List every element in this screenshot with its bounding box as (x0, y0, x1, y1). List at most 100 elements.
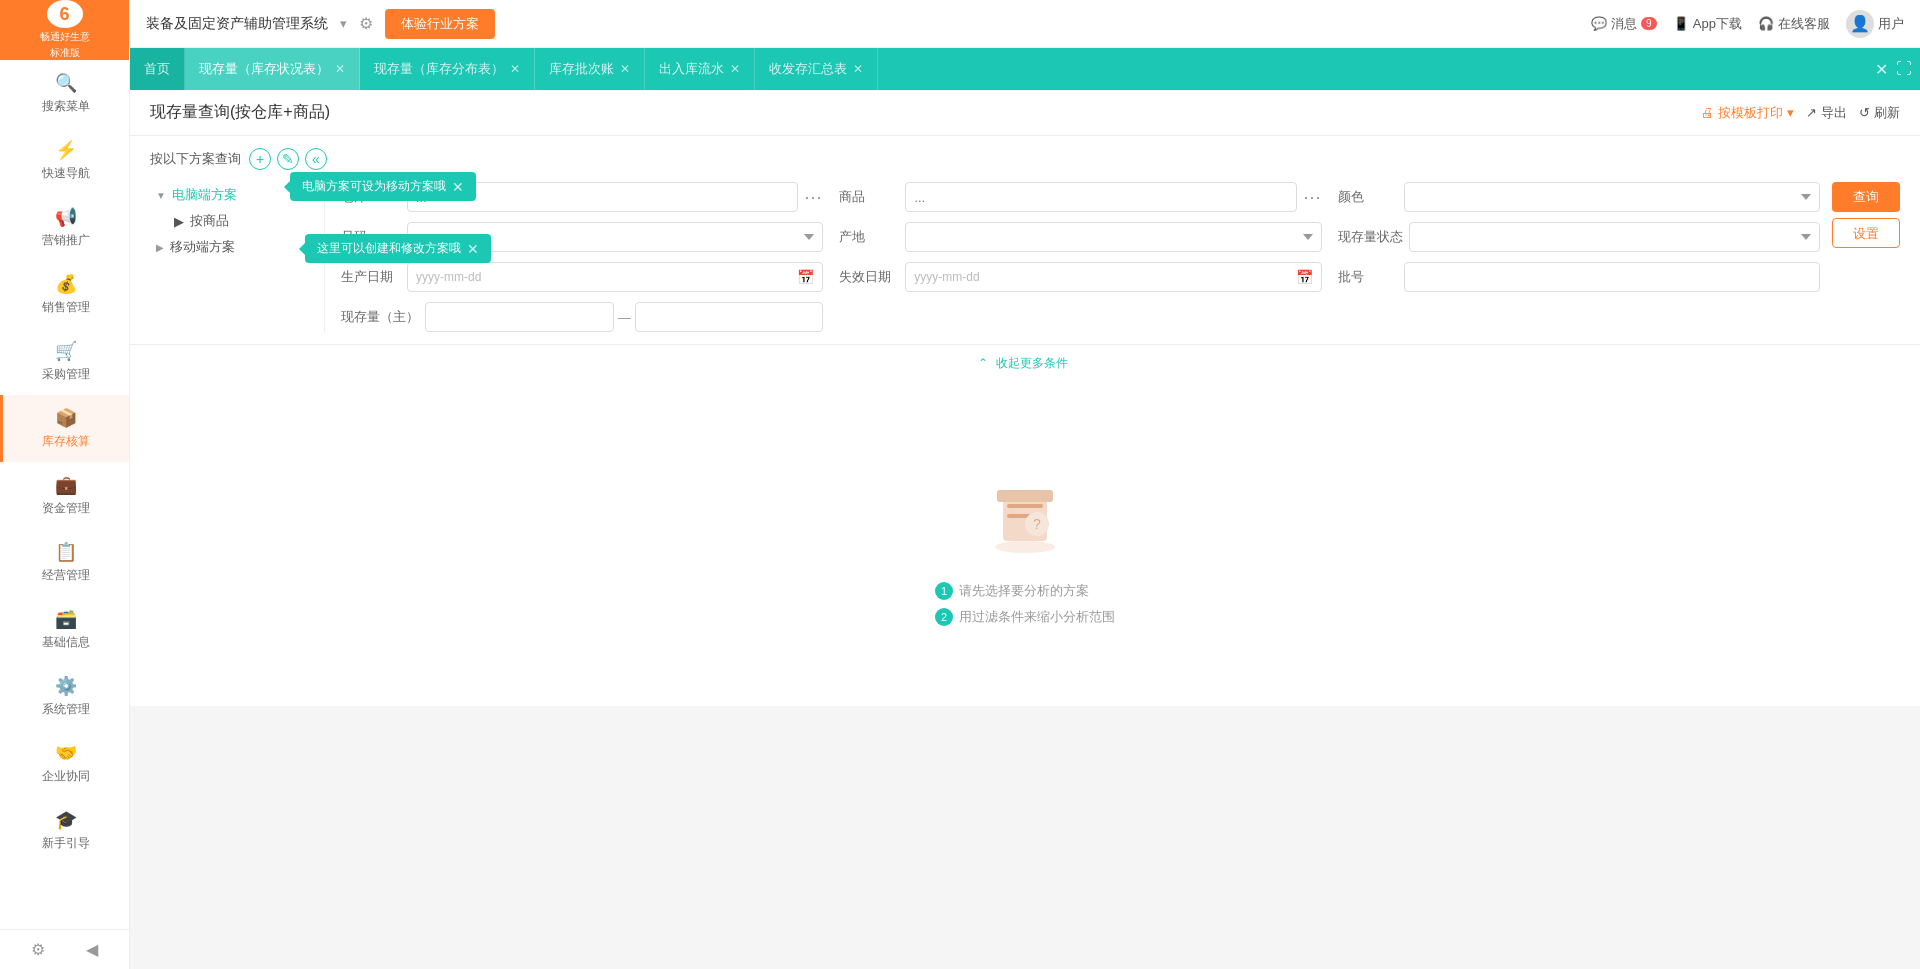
batch-no-input[interactable] (1404, 262, 1820, 292)
edit-scheme-button[interactable]: ✎ (277, 148, 299, 170)
sidebar-item-guide[interactable]: 🎓 新手引导 (0, 797, 129, 864)
tab-collect-summary[interactable]: 收发存汇总表 ✕ (755, 48, 878, 90)
user-menu[interactable]: 👤 用户 (1846, 10, 1904, 38)
query-body: 电脑方案可设为移动方案哦 ✕ ▼ 电脑端方案 ▶ 按商品 (150, 182, 1900, 332)
expiry-date-label: 失效日期 (839, 268, 899, 286)
query-button[interactable]: 查询 (1832, 182, 1900, 212)
color-label: 颜色 (1338, 188, 1398, 206)
sidebar-item-purchase[interactable]: 🛒 采购管理 (0, 328, 129, 395)
current-stock-to[interactable] (635, 302, 824, 332)
finance-icon: 💼 (55, 474, 77, 496)
filter-row-current-stock: 现存量（主） — (341, 302, 823, 332)
tab-fullscreen-icon[interactable]: ⛶ (1896, 60, 1912, 78)
empty-tip-1: 1 请先选择要分析的方案 (935, 582, 1115, 600)
tab-bar-inner: 首页 现存量（库存状况表） ✕ 现存量（库存分布表） ✕ 库存批次账 ✕ 出入库… (130, 48, 1867, 90)
page-title-bar: 现存量查询(按仓库+商品) 🖨 按模板打印 ▾ ↗ 导出 ↺ 刷新 (130, 90, 1920, 136)
collapse-sidebar-button[interactable]: ◀ (86, 940, 98, 959)
empty-state: ? 1 请先选择要分析的方案 2 用过滤条件来缩小分析范围 (130, 382, 1920, 706)
sidebar: 6 畅通好生意 标准版 🔍 搜索菜单 ⚡ 快速导航 📢 营销推广 💰 销售管理 … (0, 0, 130, 969)
goods-label: 商品 (839, 188, 899, 206)
goods-more-icon[interactable]: ⋯ (1303, 186, 1322, 208)
tooltip-edit: 这里可以创建和修改方案哦 ✕ (305, 234, 491, 263)
tab-inventory-dist-close[interactable]: ✕ (510, 62, 520, 76)
tip-text-2: 用过滤条件来缩小分析范围 (959, 608, 1115, 626)
svg-rect-2 (997, 490, 1053, 502)
tab-inventory-status[interactable]: 现存量（库存状况表） ✕ (185, 48, 360, 90)
expiry-date-input[interactable]: yyyy-mm-dd 📅 (905, 262, 1321, 292)
sales-icon: 💰 (55, 273, 77, 295)
stock-status-select[interactable] (1409, 222, 1820, 252)
message-badge: 9 (1641, 17, 1657, 30)
color-select[interactable] (1404, 182, 1820, 212)
scheme-arrow-icon: ▼ (156, 190, 166, 201)
enterprise-icon: 🤝 (55, 742, 77, 764)
sidebar-item-label: 采购管理 (42, 366, 90, 383)
sidebar-item-inventory[interactable]: 📦 库存核算 (0, 395, 129, 462)
tab-in-out-flow-close[interactable]: ✕ (730, 62, 740, 76)
print-button[interactable]: 🖨 按模板打印 ▾ (1701, 104, 1794, 122)
collapse-row[interactable]: ⌃ 收起更多条件 (130, 345, 1920, 382)
tooltip-scheme-close[interactable]: ✕ (452, 179, 464, 195)
sidebar-item-search[interactable]: 🔍 搜索菜单 (0, 60, 129, 127)
tab-batch-ledger[interactable]: 库存批次账 ✕ (535, 48, 645, 90)
tab-collect-summary-label: 收发存汇总表 (769, 60, 847, 78)
app-download-label: App下载 (1693, 15, 1742, 33)
svg-text:?: ? (1033, 516, 1041, 532)
current-stock-from[interactable] (425, 302, 614, 332)
trial-button[interactable]: 体验行业方案 (385, 9, 495, 39)
back-scheme-button[interactable]: « (305, 148, 327, 170)
sidebar-item-operations[interactable]: 📋 经营管理 (0, 529, 129, 596)
tab-in-out-flow[interactable]: 出入库流水 ✕ (645, 48, 755, 90)
filter-row-goods: 商品 ⋯ (839, 182, 1321, 212)
page-actions: 🖨 按模板打印 ▾ ↗ 导出 ↺ 刷新 (1701, 104, 1900, 122)
tab-batch-ledger-close[interactable]: ✕ (620, 62, 630, 76)
logo-icon: 6 (47, 0, 83, 28)
query-header-actions: + ✎ « (249, 148, 327, 170)
sidebar-item-basic[interactable]: 🗃️ 基础信息 (0, 596, 129, 663)
sidebar-item-sales[interactable]: 💰 销售管理 (0, 261, 129, 328)
sidebar-item-enterprise[interactable]: 🤝 企业协同 (0, 730, 129, 797)
header-right: 💬 消息 9 📱 App下载 🎧 在线客服 👤 用户 (1591, 10, 1904, 38)
scheme-item-mobile[interactable]: ▶ 移动端方案 (150, 234, 314, 260)
print-icon: 🖨 (1701, 105, 1714, 120)
tab-home[interactable]: 首页 (130, 48, 185, 90)
production-date-input[interactable]: yyyy-mm-dd 📅 (407, 262, 823, 292)
filter-row-batch-no: 批号 (1338, 262, 1820, 292)
system-dropdown-icon[interactable]: ▾ (340, 16, 347, 31)
add-scheme-button[interactable]: + (249, 148, 271, 170)
sidebar-item-finance[interactable]: 💼 资金管理 (0, 462, 129, 529)
sidebar-item-system[interactable]: ⚙️ 系统管理 (0, 663, 129, 730)
tab-collect-summary-close[interactable]: ✕ (853, 62, 863, 76)
tab-close-all-icon[interactable]: ✕ (1875, 60, 1888, 79)
export-button[interactable]: ↗ 导出 (1806, 104, 1847, 122)
purchase-icon: 🛒 (55, 340, 77, 362)
sidebar-item-label: 快速导航 (42, 165, 90, 182)
inventory-icon: 📦 (55, 407, 77, 429)
gear-icon[interactable]: ⚙ (359, 14, 373, 33)
expiry-date-calendar-icon: 📅 (1296, 269, 1313, 285)
tooltip-edit-close[interactable]: ✕ (467, 241, 479, 257)
app-download-button[interactable]: 📱 App下载 (1673, 15, 1742, 33)
tab-inventory-status-label: 现存量（库存状况表） (199, 60, 329, 78)
sidebar-item-quick-nav[interactable]: ⚡ 快速导航 (0, 127, 129, 194)
headset-icon: 🎧 (1758, 16, 1774, 31)
range-separator: — (618, 310, 631, 325)
tooltip-edit-text: 这里可以创建和修改方案哦 (317, 240, 461, 257)
svg-point-0 (995, 541, 1055, 553)
sidebar-item-marketing[interactable]: 📢 营销推广 (0, 194, 129, 261)
scheme-label: 电脑端方案 (172, 186, 237, 204)
scheme-sub-item[interactable]: ▶ 按商品 (150, 208, 314, 234)
goods-input[interactable] (905, 182, 1296, 212)
refresh-button[interactable]: ↺ 刷新 (1859, 104, 1900, 122)
set-button[interactable]: 设置 (1832, 218, 1900, 248)
filter-row-expiry-date: 失效日期 yyyy-mm-dd 📅 (839, 262, 1321, 292)
warehouse-more-icon[interactable]: ⋯ (804, 186, 823, 208)
message-label: 消息 (1611, 15, 1637, 33)
message-button[interactable]: 💬 消息 9 (1591, 15, 1657, 33)
tab-inventory-dist[interactable]: 现存量（库存分布表） ✕ (360, 48, 535, 90)
online-support-button[interactable]: 🎧 在线客服 (1758, 15, 1830, 33)
settings-bottom-button[interactable]: ⚙ (31, 940, 45, 959)
origin-select[interactable] (905, 222, 1321, 252)
tab-inventory-status-close[interactable]: ✕ (335, 62, 345, 76)
main-area: 装备及固定资产辅助管理系统 ▾ ⚙ 体验行业方案 💬 消息 9 📱 App下载 … (130, 0, 1920, 969)
